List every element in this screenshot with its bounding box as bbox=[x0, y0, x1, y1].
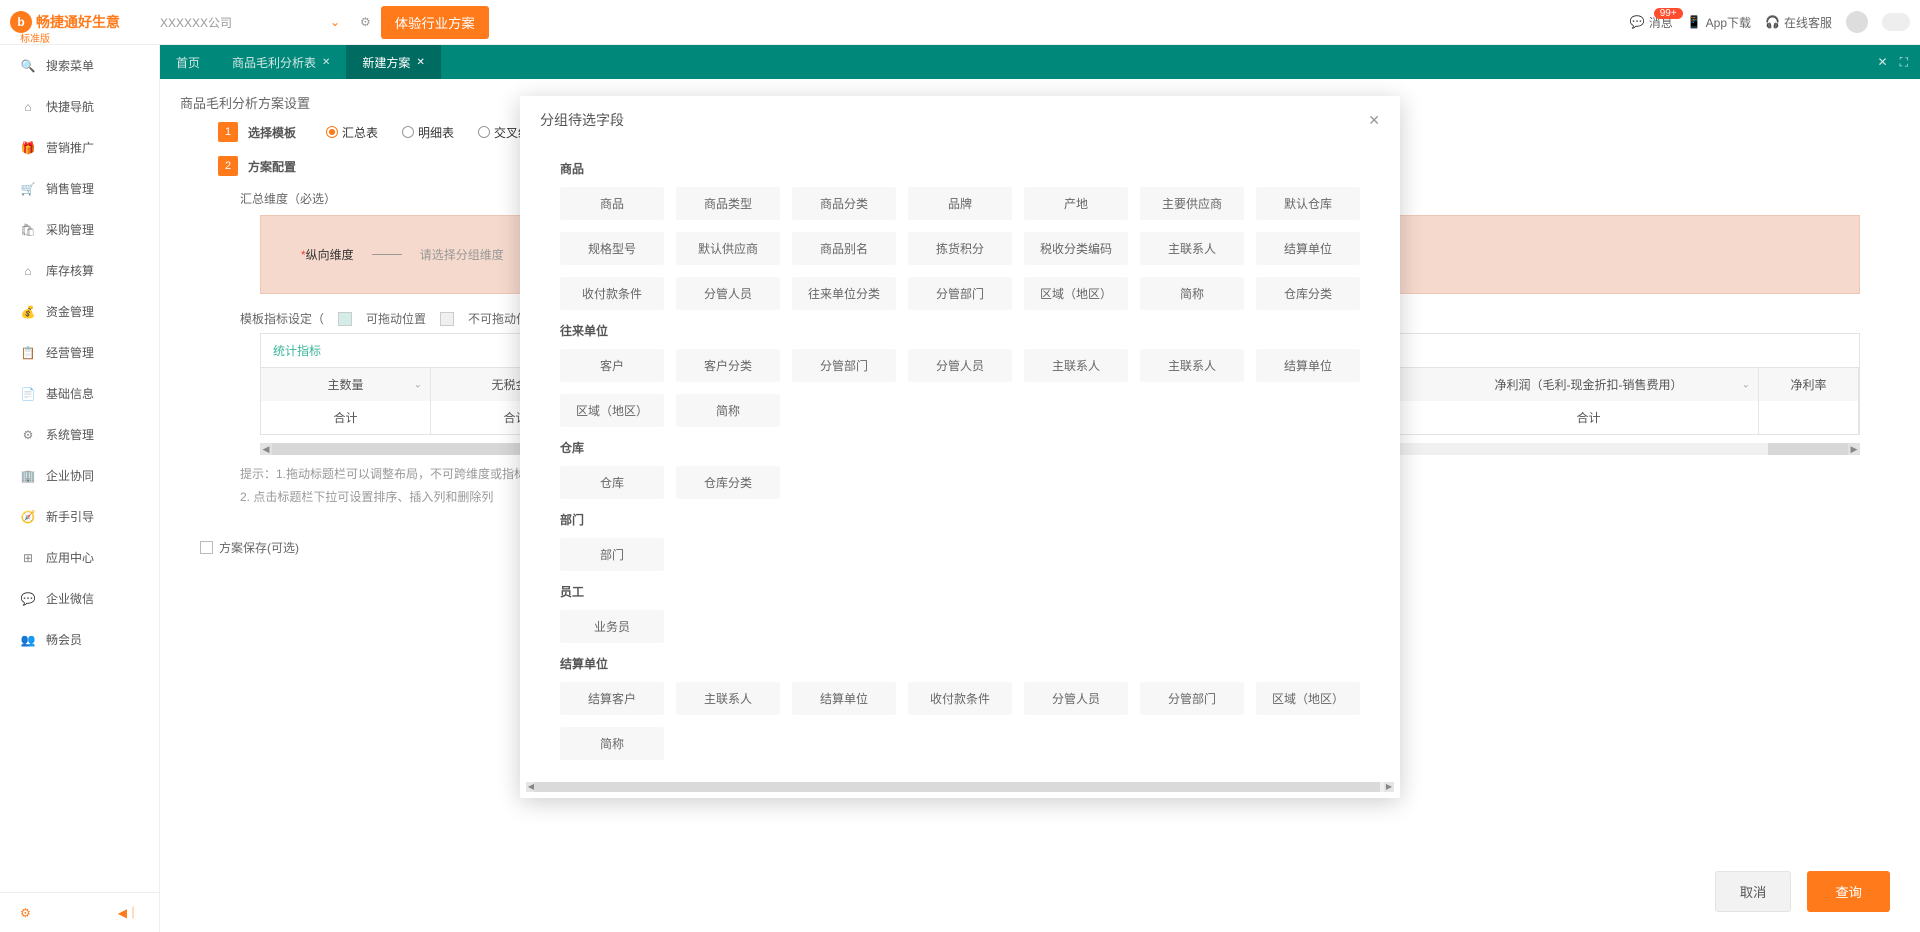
field-chip[interactable]: 分管部门 bbox=[908, 277, 1012, 310]
field-chip[interactable]: 结算客户 bbox=[560, 682, 664, 715]
field-chip[interactable]: 税收分类编码 bbox=[1024, 232, 1128, 265]
field-chip[interactable]: 区域（地区） bbox=[1256, 682, 1360, 715]
scroll-right-icon[interactable]: ▶ bbox=[1384, 782, 1394, 792]
field-chip[interactable]: 拣货积分 bbox=[908, 232, 1012, 265]
modal-title: 分组待选字段 bbox=[540, 110, 624, 130]
field-chip[interactable]: 分管部门 bbox=[1140, 682, 1244, 715]
field-chip[interactable]: 简称 bbox=[676, 394, 780, 427]
modal-header: 分组待选字段 ✕ bbox=[520, 96, 1400, 144]
field-chip[interactable]: 简称 bbox=[1140, 277, 1244, 310]
field-chip[interactable]: 结算单位 bbox=[1256, 349, 1360, 382]
field-group-title: 往来单位 bbox=[560, 322, 1400, 339]
field-chip[interactable]: 往来单位分类 bbox=[792, 277, 896, 310]
field-chip[interactable]: 部门 bbox=[560, 538, 664, 571]
field-chip[interactable]: 仓库分类 bbox=[1256, 277, 1360, 310]
field-chip[interactable]: 主联系人 bbox=[676, 682, 780, 715]
field-group-title: 仓库 bbox=[560, 439, 1400, 456]
field-chip[interactable]: 主联系人 bbox=[1140, 232, 1244, 265]
field-chip[interactable]: 客户分类 bbox=[676, 349, 780, 382]
field-modal: 分组待选字段 ✕ 商品商品商品类型商品分类品牌产地主要供应商默认仓库规格型号默认… bbox=[520, 96, 1400, 798]
field-chip[interactable]: 简称 bbox=[560, 727, 664, 760]
field-chip[interactable]: 区域（地区） bbox=[560, 394, 664, 427]
field-group-title: 员工 bbox=[560, 583, 1400, 600]
field-chip[interactable]: 业务员 bbox=[560, 610, 664, 643]
modal-close-icon[interactable]: ✕ bbox=[1368, 112, 1380, 129]
modal-scroll-thumb[interactable] bbox=[534, 782, 1380, 792]
field-chip[interactable]: 商品别名 bbox=[792, 232, 896, 265]
modal-body[interactable]: 商品商品商品类型商品分类品牌产地主要供应商默认仓库规格型号默认供应商商品别名拣货… bbox=[520, 144, 1400, 782]
field-chip[interactable]: 分管人员 bbox=[1024, 682, 1128, 715]
field-chip[interactable]: 默认仓库 bbox=[1256, 187, 1360, 220]
field-chip[interactable]: 分管人员 bbox=[908, 349, 1012, 382]
field-chip[interactable]: 客户 bbox=[560, 349, 664, 382]
field-chip[interactable]: 默认供应商 bbox=[676, 232, 780, 265]
field-chip[interactable]: 规格型号 bbox=[560, 232, 664, 265]
field-chip[interactable]: 主联系人 bbox=[1024, 349, 1128, 382]
field-chip[interactable]: 分管部门 bbox=[792, 349, 896, 382]
field-chip[interactable]: 品牌 bbox=[908, 187, 1012, 220]
field-chip[interactable]: 商品类型 bbox=[676, 187, 780, 220]
field-chip[interactable]: 结算单位 bbox=[1256, 232, 1360, 265]
field-chip[interactable]: 主要供应商 bbox=[1140, 187, 1244, 220]
field-group-title: 部门 bbox=[560, 511, 1400, 528]
field-chip[interactable]: 产地 bbox=[1024, 187, 1128, 220]
field-chip[interactable]: 仓库 bbox=[560, 466, 664, 499]
field-chip[interactable]: 仓库分类 bbox=[676, 466, 780, 499]
field-group-title: 商品 bbox=[560, 160, 1400, 177]
field-chip[interactable]: 收付款条件 bbox=[908, 682, 1012, 715]
modal-h-scrollbar[interactable]: ◀ ▶ bbox=[526, 782, 1394, 792]
field-group-title: 结算单位 bbox=[560, 655, 1400, 672]
field-chip[interactable]: 商品 bbox=[560, 187, 664, 220]
field-chip[interactable]: 区域（地区） bbox=[1024, 277, 1128, 310]
field-chip[interactable]: 结算单位 bbox=[792, 682, 896, 715]
field-chip[interactable]: 主联系人 bbox=[1140, 349, 1244, 382]
field-chip[interactable]: 分管人员 bbox=[676, 277, 780, 310]
field-chip[interactable]: 商品分类 bbox=[792, 187, 896, 220]
field-chip[interactable]: 收付款条件 bbox=[560, 277, 664, 310]
